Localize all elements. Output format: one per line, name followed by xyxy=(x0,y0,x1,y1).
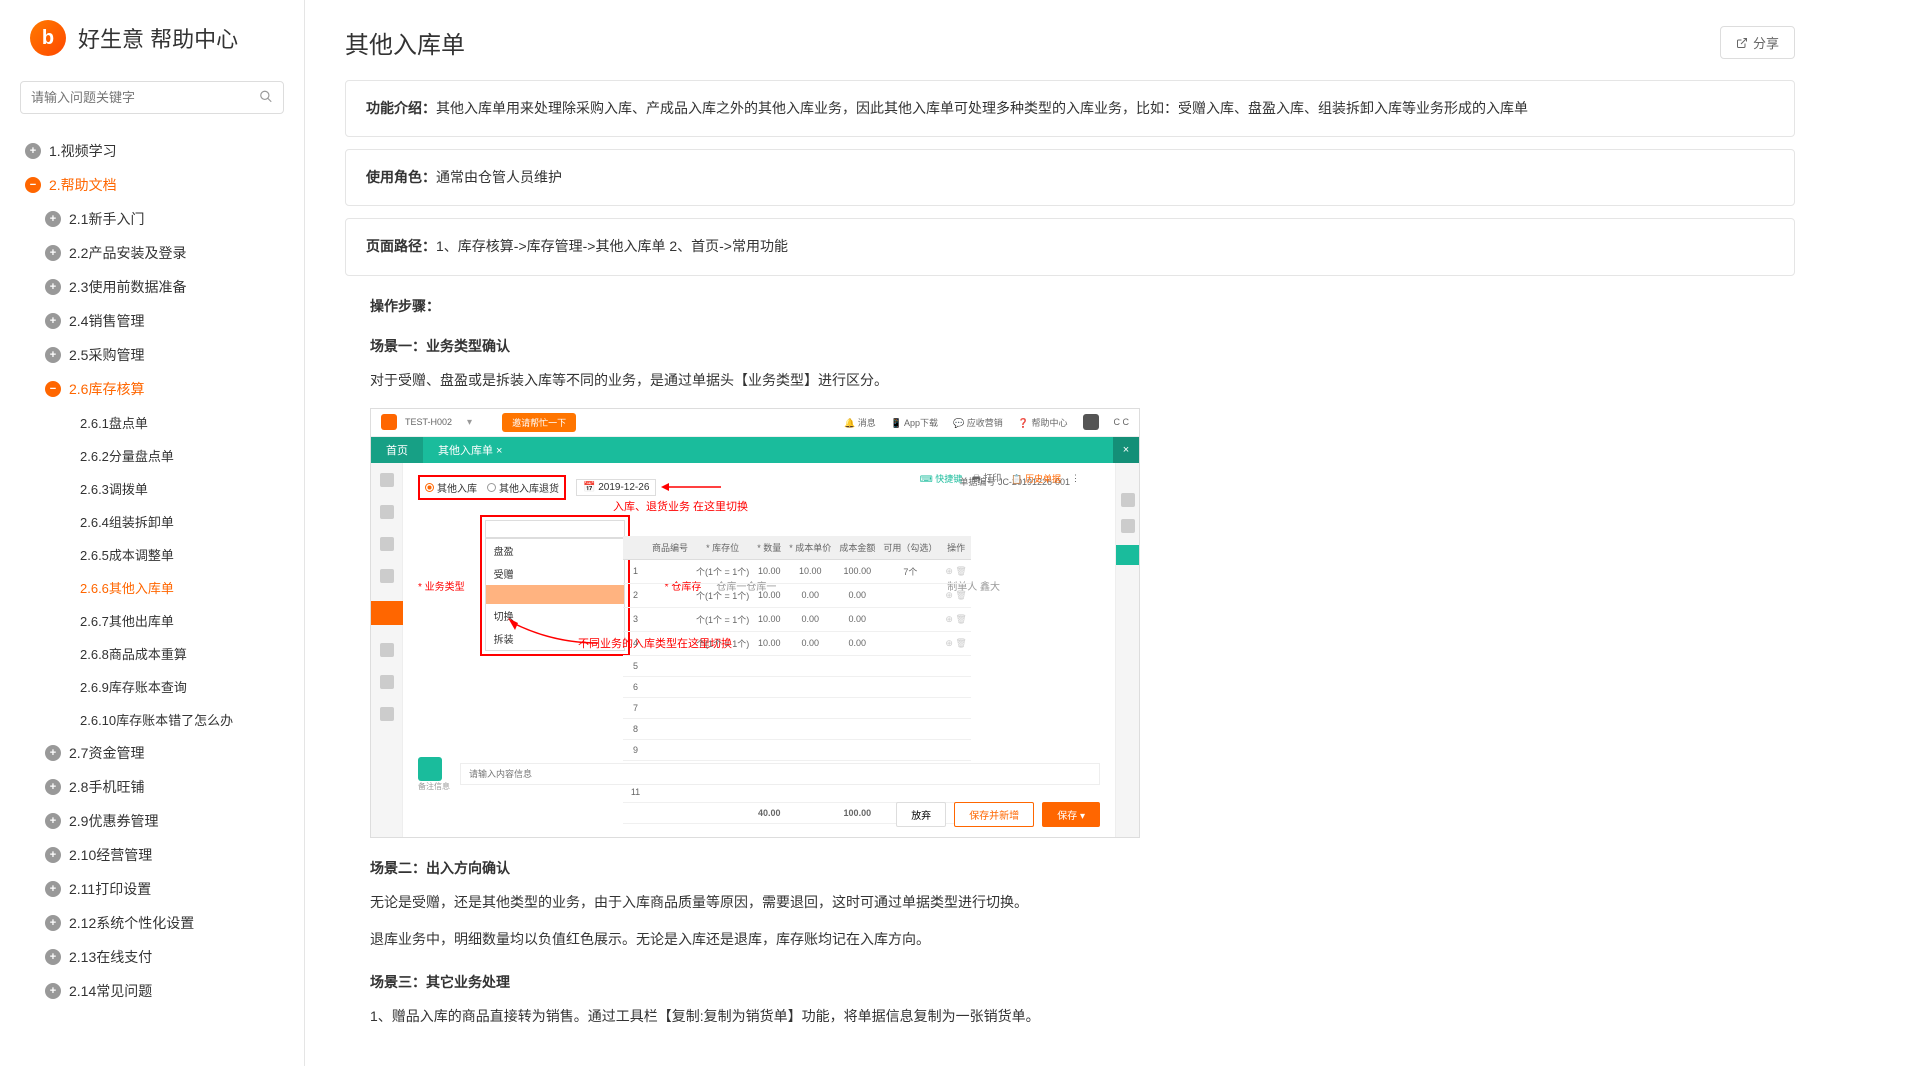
nav-video-learning[interactable]: 1.视频学习 xyxy=(0,134,304,168)
nav-label: 2.10经营管理 xyxy=(69,845,152,865)
scene2-title: 场景二：出入方向确认 xyxy=(370,858,1795,878)
info-text: 其他入库单用来处理除采购入库、产成品入库之外的其他入库业务，因此其他入库单可处理… xyxy=(436,100,1528,116)
logo-icon: b xyxy=(30,20,66,56)
nav-2-6-8[interactable]: 2.6.8商品成本重算 xyxy=(0,637,304,670)
sidebar: b 好生意 帮助中心 1.视频学习 2.帮助文档 2.1新手入门 2.2产品安装… xyxy=(0,0,305,1066)
screenshot-image: TEST-H002 ▾ 邀请帮忙一下 🔔 消息 📱 App下载 💬 应收营销 ❓… xyxy=(370,408,1140,838)
nav-label: 2.6.4组装拆卸单 xyxy=(80,512,174,531)
info-intro: 功能介绍：其他入库单用来处理除采购入库、产成品入库之外的其他入库业务，因此其他入… xyxy=(345,80,1795,137)
nav-label: 2.5采购管理 xyxy=(69,345,144,365)
nav-label: 2.2产品安装及登录 xyxy=(69,243,186,263)
nav-help-docs[interactable]: 2.帮助文档 xyxy=(0,168,304,202)
page-header: 其他入库单 分享 xyxy=(345,25,1795,60)
nav-label: 2.帮助文档 xyxy=(49,175,117,195)
nav-2-9[interactable]: 2.9优惠券管理 xyxy=(0,804,304,838)
scene3-title: 场景三：其它业务处理 xyxy=(370,972,1795,992)
nav-label: 2.6.5成本调整单 xyxy=(80,545,174,564)
nav-2-7[interactable]: 2.7资金管理 xyxy=(0,736,304,770)
nav-label: 2.11打印设置 xyxy=(69,879,151,899)
nav-2-14[interactable]: 2.14常见问题 xyxy=(0,974,304,1008)
nav-2-6-4[interactable]: 2.6.4组装拆卸单 xyxy=(0,505,304,538)
nav-2-1[interactable]: 2.1新手入门 xyxy=(0,202,304,236)
scene2-text1: 无论是受赠，还是其他类型的业务，由于入库商品质量等原因，需要退回，这时可通过单据… xyxy=(370,890,1795,915)
nav-2-6-7[interactable]: 2.6.7其他出库单 xyxy=(0,604,304,637)
nav-label: 2.3使用前数据准备 xyxy=(69,277,186,297)
nav-label: 2.1新手入门 xyxy=(69,209,144,229)
nav-2-2[interactable]: 2.2产品安装及登录 xyxy=(0,236,304,270)
steps-title: 操作步骤： xyxy=(370,296,1795,316)
info-role: 使用角色：通常由仓管人员维护 xyxy=(345,149,1795,206)
nav-label: 2.6.10库存账本错了怎么办 xyxy=(80,710,233,729)
scene1-title: 场景一：业务类型确认 xyxy=(370,336,1795,356)
nav-2-6-5[interactable]: 2.6.5成本调整单 xyxy=(0,538,304,571)
scene3-text1: 1、赠品入库的商品直接转为销售。通过工具栏【复制:复制为销货单】功能，将单据信息… xyxy=(370,1004,1795,1029)
search-icon[interactable] xyxy=(259,89,273,106)
share-icon xyxy=(1736,37,1748,49)
info-text: 1、库存核算->库存管理->其他入库单 2、首页->常用功能 xyxy=(436,238,788,254)
nav-label: 2.6.3调拨单 xyxy=(80,479,148,498)
nav-label: 2.4销售管理 xyxy=(69,311,144,331)
search-box xyxy=(20,81,284,114)
nav-2-10[interactable]: 2.10经营管理 xyxy=(0,838,304,872)
nav-2-6-2[interactable]: 2.6.2分量盘点单 xyxy=(0,439,304,472)
logo-area: b 好生意 帮助中心 xyxy=(0,20,304,71)
nav-2-6-3[interactable]: 2.6.3调拨单 xyxy=(0,472,304,505)
info-label: 页面路径： xyxy=(366,238,436,254)
nav-2-8[interactable]: 2.8手机旺铺 xyxy=(0,770,304,804)
nav-2-13[interactable]: 2.13在线支付 xyxy=(0,940,304,974)
nav-label: 2.7资金管理 xyxy=(69,743,144,763)
logo-text: 好生意 帮助中心 xyxy=(78,22,238,54)
nav-label: 2.9优惠券管理 xyxy=(69,811,158,831)
nav-2-6-1[interactable]: 2.6.1盘点单 xyxy=(0,406,304,439)
nav-label: 2.6库存核算 xyxy=(69,379,144,399)
nav-label: 2.13在线支付 xyxy=(69,947,152,967)
nav-2-5[interactable]: 2.5采购管理 xyxy=(0,338,304,372)
nav-label: 2.8手机旺铺 xyxy=(69,777,144,797)
share-button[interactable]: 分享 xyxy=(1720,26,1795,59)
nav-label: 2.6.6其他入库单 xyxy=(80,578,174,597)
nav-label: 2.12系统个性化设置 xyxy=(69,913,194,933)
nav-label: 2.6.2分量盘点单 xyxy=(80,446,174,465)
search-input[interactable] xyxy=(21,82,283,113)
nav-label: 2.6.7其他出库单 xyxy=(80,611,174,630)
info-text: 通常由仓管人员维护 xyxy=(436,169,562,185)
nav-2-3[interactable]: 2.3使用前数据准备 xyxy=(0,270,304,304)
info-label: 使用角色： xyxy=(366,169,436,185)
nav-2-6-6[interactable]: 2.6.6其他入库单 xyxy=(0,571,304,604)
nav-2-12[interactable]: 2.12系统个性化设置 xyxy=(0,906,304,940)
scene2-text2: 退库业务中，明细数量均以负值红色展示。无论是入库还是退库，库存账均记在入库方向。 xyxy=(370,927,1795,952)
page-title: 其他入库单 xyxy=(345,25,465,60)
nav-2-4[interactable]: 2.4销售管理 xyxy=(0,304,304,338)
nav-list: 1.视频学习 2.帮助文档 2.1新手入门 2.2产品安装及登录 2.3使用前数… xyxy=(0,134,304,1008)
nav-2-6-10[interactable]: 2.6.10库存账本错了怎么办 xyxy=(0,703,304,736)
nav-2-6-9[interactable]: 2.6.9库存账本查询 xyxy=(0,670,304,703)
info-label: 功能介绍： xyxy=(366,100,436,116)
nav-label: 2.6.8商品成本重算 xyxy=(80,644,187,663)
nav-2-6[interactable]: 2.6库存核算 xyxy=(0,372,304,406)
nav-label: 1.视频学习 xyxy=(49,141,117,161)
nav-2-11[interactable]: 2.11打印设置 xyxy=(0,872,304,906)
nav-label: 2.6.1盘点单 xyxy=(80,413,148,432)
nav-label: 2.6.9库存账本查询 xyxy=(80,677,187,696)
scene1-text: 对于受赠、盘盈或是拆装入库等不同的业务，是通过单据头【业务类型】进行区分。 xyxy=(370,368,1795,393)
info-path: 页面路径：1、库存核算->库存管理->其他入库单 2、首页->常用功能 xyxy=(345,218,1795,275)
share-label: 分享 xyxy=(1753,33,1779,52)
main-content: 其他入库单 分享 功能介绍：其他入库单用来处理除采购入库、产成品入库之外的其他入… xyxy=(305,0,1835,1066)
nav-label: 2.14常见问题 xyxy=(69,981,152,1001)
